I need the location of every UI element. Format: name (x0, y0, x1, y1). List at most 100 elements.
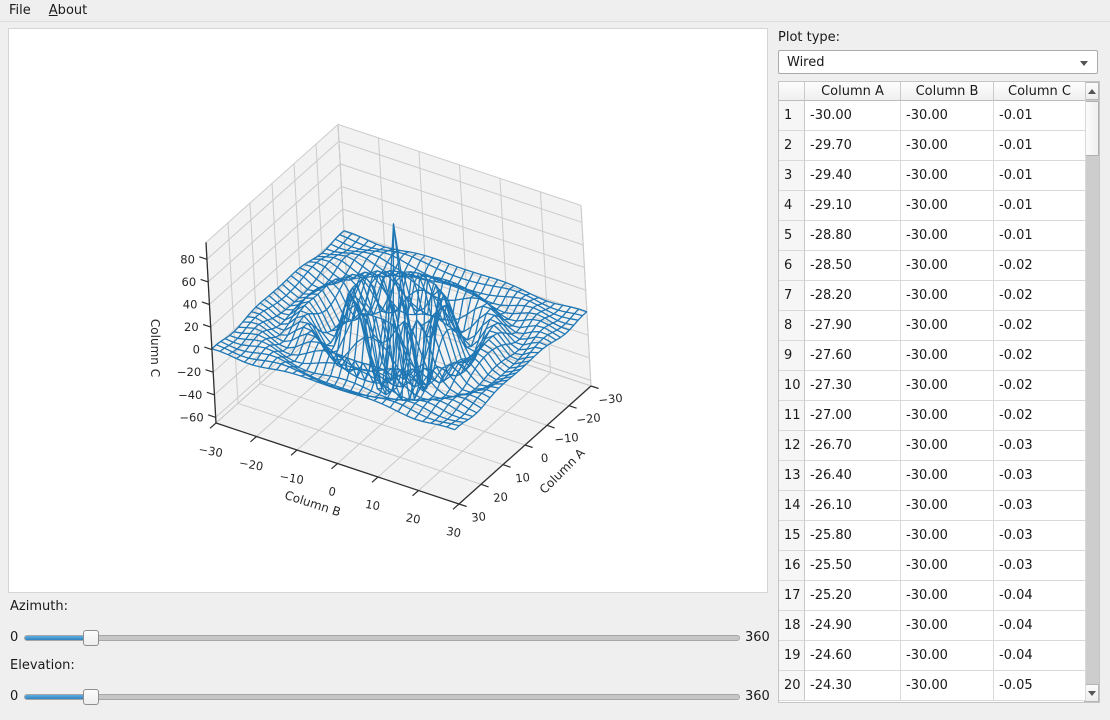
table-row: 17-25.20-30.00-0.04 (779, 581, 1086, 611)
elevation-slider-handle[interactable] (83, 689, 99, 705)
column-header-a[interactable]: Column A (805, 82, 901, 101)
table-cell[interactable]: -24.30 (805, 671, 901, 701)
grid-line (591, 386, 599, 389)
table-cell[interactable]: -0.03 (994, 521, 1086, 551)
table-cell[interactable]: -30.00 (901, 311, 994, 341)
table-cell[interactable]: -30.00 (805, 101, 901, 131)
table-cell[interactable]: -0.02 (994, 281, 1086, 311)
table-cell[interactable]: -0.01 (994, 101, 1086, 131)
table-cell[interactable]: -24.90 (805, 611, 901, 641)
table-cell[interactable]: -30.00 (901, 191, 994, 221)
plot-type-dropdown[interactable]: Wired (778, 50, 1098, 74)
table-row: 13-26.40-30.00-0.03 (779, 461, 1086, 491)
table-cell[interactable]: -28.20 (805, 281, 901, 311)
table-cell[interactable]: -0.04 (994, 641, 1086, 671)
table-cell[interactable]: -0.05 (994, 671, 1086, 701)
row-number-cell: 2 (779, 131, 805, 161)
scroll-down-button[interactable] (1084, 684, 1099, 702)
table-cell[interactable]: -30.00 (901, 521, 994, 551)
scrollbar-thumb[interactable] (1084, 101, 1099, 156)
menu-item-about[interactable]: About (40, 1, 97, 20)
table-scrollbar[interactable] (1084, 82, 1099, 702)
table-cell[interactable]: -0.02 (994, 251, 1086, 281)
row-number-cell: 13 (779, 461, 805, 491)
table-cell[interactable]: -0.02 (994, 341, 1086, 371)
table-cell[interactable]: -29.70 (805, 131, 901, 161)
table-cell[interactable]: -28.50 (805, 251, 901, 281)
table-row: 12-26.70-30.00-0.03 (779, 431, 1086, 461)
table-cell[interactable]: -30.00 (901, 131, 994, 161)
table-cell[interactable]: -30.00 (901, 611, 994, 641)
table-row: 9-27.60-30.00-0.02 (779, 341, 1086, 371)
row-number-cell: 8 (779, 311, 805, 341)
table-cell[interactable]: -30.00 (901, 371, 994, 401)
elevation-min-label: 0 (10, 689, 18, 704)
azimuth-slider[interactable] (24, 635, 740, 641)
table-cell[interactable]: -0.03 (994, 461, 1086, 491)
table-cell[interactable]: -27.00 (805, 401, 901, 431)
column-header-c[interactable]: Column C (994, 82, 1086, 101)
table-cell[interactable]: -30.00 (901, 161, 994, 191)
x-tick-label: 0 (327, 484, 337, 499)
table-cell[interactable]: -28.80 (805, 221, 901, 251)
table-row: 11-27.00-30.00-0.02 (779, 401, 1086, 431)
menu-item-file[interactable]: File (0, 1, 40, 20)
row-number-cell: 6 (779, 251, 805, 281)
table-cell[interactable]: -25.50 (805, 551, 901, 581)
grid-line (372, 477, 378, 482)
table-cell[interactable]: -30.00 (901, 101, 994, 131)
x-tick-label: −30 (198, 442, 224, 460)
table-cell[interactable]: -26.10 (805, 491, 901, 521)
table-cell[interactable]: -30.00 (901, 551, 994, 581)
table-cell[interactable]: -29.10 (805, 191, 901, 221)
table-cell[interactable]: -0.02 (994, 371, 1086, 401)
scroll-up-button[interactable] (1084, 82, 1099, 100)
table-cell[interactable]: -0.01 (994, 221, 1086, 251)
table-cell[interactable]: -0.01 (994, 131, 1086, 161)
table-cell[interactable]: -27.90 (805, 311, 901, 341)
table-cell[interactable]: -30.00 (901, 281, 994, 311)
elevation-max-label: 360 (745, 689, 770, 704)
table-cell[interactable]: -30.00 (901, 341, 994, 371)
plot-canvas[interactable]: −30−20−100102030−30−20−10010203080604020… (8, 28, 768, 593)
table-cell[interactable]: -0.03 (994, 491, 1086, 521)
table-cell[interactable]: -27.30 (805, 371, 901, 401)
table-cell[interactable]: -30.00 (901, 431, 994, 461)
grid-line (207, 392, 215, 395)
table-cell[interactable]: -0.01 (994, 161, 1086, 191)
table-cell[interactable]: -29.40 (805, 161, 901, 191)
table-cell[interactable]: -0.02 (994, 311, 1086, 341)
table-cell[interactable]: -30.00 (901, 401, 994, 431)
column-header-b[interactable]: Column B (901, 82, 994, 101)
table-cell[interactable]: -30.00 (901, 641, 994, 671)
table-cell[interactable]: -0.03 (994, 431, 1086, 461)
elevation-slider[interactable] (24, 694, 740, 700)
table-cell[interactable]: -0.04 (994, 611, 1086, 641)
table-cell[interactable]: -0.04 (994, 581, 1086, 611)
table-cell[interactable]: -30.00 (901, 461, 994, 491)
grid-line (199, 257, 207, 260)
scroll-down-icon (1088, 691, 1096, 696)
table-cell[interactable]: -0.02 (994, 401, 1086, 431)
table-cell[interactable]: -30.00 (901, 671, 994, 701)
table-cell[interactable]: -27.60 (805, 341, 901, 371)
table-cell[interactable]: -30.00 (901, 251, 994, 281)
x-tick-label: 30 (445, 524, 462, 540)
azimuth-max-label: 360 (745, 630, 770, 645)
table-cell[interactable]: -30.00 (901, 581, 994, 611)
table-row: 5-28.80-30.00-0.01 (779, 221, 1086, 251)
table-cell[interactable]: -26.40 (805, 461, 901, 491)
table-cell[interactable]: -30.00 (901, 221, 994, 251)
azimuth-slider-handle[interactable] (83, 630, 99, 646)
grid-line (453, 504, 459, 509)
table-corner-cell[interactable] (779, 82, 805, 101)
table-cell[interactable]: -0.03 (994, 551, 1086, 581)
table-cell[interactable]: -26.70 (805, 431, 901, 461)
y-tick-label: 0 (540, 451, 549, 466)
table-cell[interactable]: -30.00 (901, 491, 994, 521)
table-cell[interactable]: -0.01 (994, 191, 1086, 221)
table-cell[interactable]: -25.20 (805, 581, 901, 611)
table-cell[interactable]: -25.80 (805, 521, 901, 551)
table-cell[interactable]: -24.60 (805, 641, 901, 671)
table-row: 8-27.90-30.00-0.02 (779, 311, 1086, 341)
